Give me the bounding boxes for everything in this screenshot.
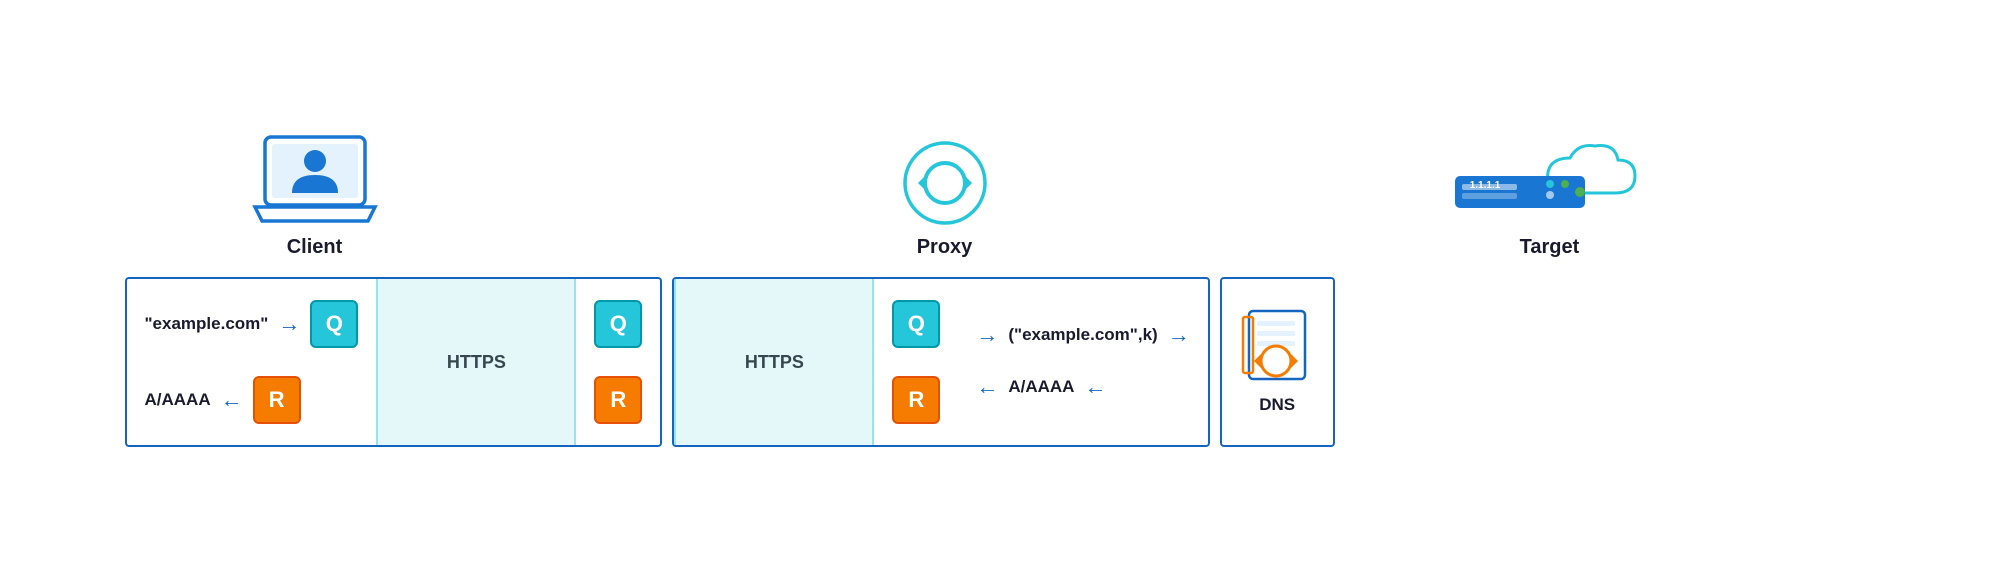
target-response-text: A/AAAA xyxy=(1008,377,1074,397)
client-response-row: A/AAAA ← R xyxy=(145,376,359,424)
target-r-box: R xyxy=(892,376,940,424)
dns-notebook-icon xyxy=(1241,309,1313,387)
proxy-label: Proxy xyxy=(917,236,973,259)
target-query-row: → ("example.com",k) → xyxy=(976,324,1189,346)
target-response-row: ← A/AAAA ← xyxy=(976,374,1189,400)
target-icon-block: 1.1.1.1 Target xyxy=(1450,138,1650,259)
query-arrow-right-2: → xyxy=(976,324,998,346)
target-query-text: ("example.com",k) xyxy=(1008,325,1157,345)
query-arrow-right-1: → xyxy=(278,313,300,335)
https-tunnel-1: HTTPS xyxy=(376,279,576,445)
client-icon-block: Client xyxy=(250,133,380,259)
client-r-box: R xyxy=(253,376,301,424)
client-section: "example.com" → Q A/AAAA ← R xyxy=(127,280,377,444)
target-qr-section: Q R xyxy=(874,280,958,444)
https-label-1: HTTPS xyxy=(447,352,506,373)
client-query-text: "example.com" xyxy=(145,314,269,334)
proxy-refresh-icon xyxy=(900,138,990,228)
target-text-section: → ("example.com",k) → ← A/AAAA ← xyxy=(958,304,1207,420)
client-response-text: A/AAAA xyxy=(145,390,211,410)
https-label-2: HTTPS xyxy=(745,352,804,373)
client-query-row: "example.com" → Q xyxy=(145,300,359,348)
proxy-r-box: R xyxy=(594,376,642,424)
icons-row: Client Proxy xyxy=(150,133,1850,259)
target-q-box: Q xyxy=(892,300,940,348)
big-left-box: "example.com" → Q A/AAAA ← R HTTPS xyxy=(125,277,663,447)
response-arrow-left-2: ← xyxy=(976,374,998,400)
proxy-icon-block: Proxy xyxy=(900,138,990,259)
main-flow: "example.com" → Q A/AAAA ← R HTTPS xyxy=(125,277,1875,447)
target-server-icon: 1.1.1.1 xyxy=(1450,138,1650,228)
proxy-qr-section: Q R xyxy=(576,280,660,444)
response-arrow-left-1: ← xyxy=(221,387,243,413)
https-tunnel-2: HTTPS xyxy=(674,279,874,445)
svg-text:1.1.1.1: 1.1.1.1 xyxy=(1469,180,1500,191)
big-right-box: HTTPS Q R → ("example.com",k) → xyxy=(672,277,1209,447)
diagram-container: Client Proxy xyxy=(50,133,1950,447)
client-q-box: Q xyxy=(310,300,358,348)
proxy-q-box: Q xyxy=(594,300,642,348)
target-label: Target xyxy=(1520,236,1580,259)
response-arrow-left-3: ← xyxy=(1084,374,1106,400)
client-label: Client xyxy=(287,236,343,259)
query-arrow-right-3: → xyxy=(1168,324,1190,346)
dns-box: DNS xyxy=(1220,277,1335,447)
client-laptop-icon xyxy=(250,133,380,228)
dns-label: DNS xyxy=(1259,395,1295,415)
